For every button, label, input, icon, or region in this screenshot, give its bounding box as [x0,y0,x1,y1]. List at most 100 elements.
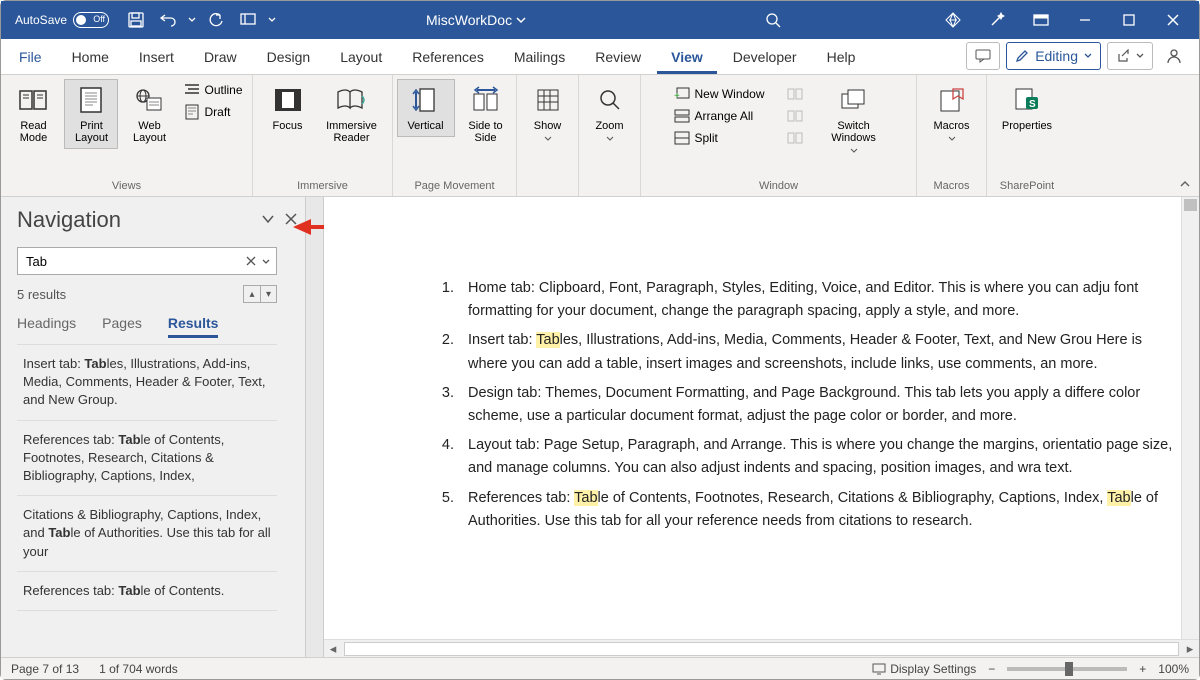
web-layout-button[interactable]: Web Layout [122,79,176,149]
word-count[interactable]: 1 of 704 words [99,662,178,676]
split-button[interactable]: Split [670,129,768,147]
results-list[interactable]: Insert tab: Tables, Illustrations, Add-i… [17,344,277,651]
result-item[interactable]: References tab: Table of Contents, Footn… [17,421,277,497]
tab-home[interactable]: Home [58,43,123,74]
switch-windows-button[interactable]: Switch Windows [821,79,887,159]
result-item[interactable]: Insert tab: Tables, Illustrations, Add-i… [17,345,277,421]
list-item[interactable]: Home tab: Clipboard, Font, Paragraph, St… [458,277,1181,323]
draft-button[interactable]: Draft [180,103,246,121]
redo-icon[interactable] [201,5,231,35]
next-result-icon[interactable]: ▾ [260,286,276,302]
outline-button[interactable]: Outline [180,81,246,99]
tab-mailings[interactable]: Mailings [500,43,579,74]
prev-result-icon[interactable]: ▴ [244,286,260,302]
page-indicator[interactable]: Page 7 of 13 [11,662,79,676]
undo-icon[interactable] [153,5,183,35]
workspace: Navigation 5 results ▴ ▾ Headings Pages [1,197,1199,657]
comment-icon [975,49,991,63]
tab-help[interactable]: Help [813,43,870,74]
undo-dropdown-icon[interactable] [185,5,199,35]
autosave-toggle[interactable]: AutoSave Off [15,12,109,28]
chevron-down-icon [516,15,526,25]
quick-access-toolbar: AutoSave Off [7,5,279,35]
nav-dropdown-icon[interactable] [261,213,275,228]
ribbon-display-icon[interactable] [1021,5,1061,35]
side-to-side-button[interactable]: Side to Side [459,79,513,149]
scroll-right-icon[interactable]: ▸ [1181,641,1199,657]
maximize-button[interactable] [1109,5,1149,35]
properties-button[interactable]: SProperties [994,79,1060,137]
nav-tab-headings[interactable]: Headings [17,311,76,338]
comments-button[interactable] [966,42,1000,70]
scroll-left-icon[interactable]: ◂ [324,641,342,657]
result-item[interactable]: Citations & Bibliography, Captions, Inde… [17,496,277,572]
close-button[interactable] [1153,5,1193,35]
editing-mode-button[interactable]: Editing [1006,42,1101,70]
group-show: Show [517,75,579,196]
vertical-scrollbar[interactable] [1181,197,1199,639]
list-item[interactable]: Design tab: Themes, Document Formatting,… [458,382,1181,428]
nav-search-box[interactable] [17,247,277,275]
minimize-button[interactable] [1065,5,1105,35]
document-area[interactable]: Home tab: Clipboard, Font, Paragraph, St… [324,197,1199,657]
qat-customize-icon[interactable] [265,5,279,35]
arrange-all-button[interactable]: Arrange All [670,107,768,125]
tab-view[interactable]: View [657,43,717,74]
tab-developer[interactable]: Developer [719,43,811,74]
list-item[interactable]: Insert tab: Tables, Illustrations, Add-i… [458,329,1181,375]
nav-tab-results[interactable]: Results [168,311,219,338]
chevron-down-icon [544,136,552,142]
tab-design[interactable]: Design [253,43,325,74]
document-title[interactable]: MiscWorkDoc [279,12,673,28]
list-item[interactable]: References tab: Table of Contents, Footn… [458,487,1181,533]
zoom-slider[interactable] [1007,667,1127,671]
search-dropdown-icon[interactable] [260,254,272,269]
tab-insert[interactable]: Insert [125,43,188,74]
group-zoom: Zoom [579,75,641,196]
zoom-out-icon[interactable]: − [988,662,995,676]
zoom-level[interactable]: 100% [1158,662,1189,676]
nav-search-input[interactable] [22,254,242,269]
chevron-down-icon [606,136,614,142]
zoom-button[interactable]: Zoom [583,79,637,147]
outline-icon [184,82,200,98]
group-label: Macros [933,178,969,194]
result-item[interactable]: References tab: Table of Contents. [17,572,277,611]
print-layout-button[interactable]: Print Layout [64,79,118,149]
document-list: Home tab: Clipboard, Font, Paragraph, St… [424,277,1181,533]
tab-review[interactable]: Review [581,43,655,74]
chevron-down-icon [948,136,956,142]
vertical-icon [410,84,442,116]
save-icon[interactable] [121,5,151,35]
wand-icon[interactable] [977,5,1017,35]
tab-file[interactable]: File [5,43,56,74]
zoom-in-icon[interactable]: + [1139,662,1146,676]
horizontal-scrollbar[interactable]: ◂ ▸ [324,639,1199,657]
nav-close-icon[interactable] [285,213,297,228]
toggle-switch-icon[interactable]: Off [73,12,109,28]
switch-windows-icon [838,84,870,116]
immersive-reader-button[interactable]: Immersive Reader [319,79,385,149]
vertical-button[interactable]: Vertical [397,79,455,137]
read-mode-button[interactable]: Read Mode [6,79,60,149]
tab-draw[interactable]: Draw [190,43,251,74]
collapse-ribbon-icon[interactable] [1179,177,1191,192]
group-sharepoint: SProperties SharePoint [987,75,1067,196]
tab-references[interactable]: References [398,43,498,74]
focus-button[interactable]: Focus [261,79,315,137]
diamond-icon[interactable] [933,5,973,35]
qat-more-icon[interactable] [233,5,263,35]
new-window-button[interactable]: +New Window [670,85,768,103]
nav-tab-pages[interactable]: Pages [102,311,142,338]
tab-layout[interactable]: Layout [326,43,396,74]
list-item[interactable]: Layout tab: Page Setup, Paragraph, and A… [458,434,1181,480]
show-button[interactable]: Show [521,79,575,147]
macros-button[interactable]: Macros [925,79,979,147]
page-content[interactable]: Home tab: Clipboard, Font, Paragraph, St… [324,197,1181,533]
display-settings-button[interactable]: Display Settings [872,662,976,676]
clear-search-icon[interactable] [242,254,260,269]
group-views: Read Mode Print Layout Web Layout Outlin… [1,75,253,196]
search-button[interactable] [673,8,873,32]
account-button[interactable] [1159,47,1189,65]
share-button[interactable] [1107,42,1153,70]
